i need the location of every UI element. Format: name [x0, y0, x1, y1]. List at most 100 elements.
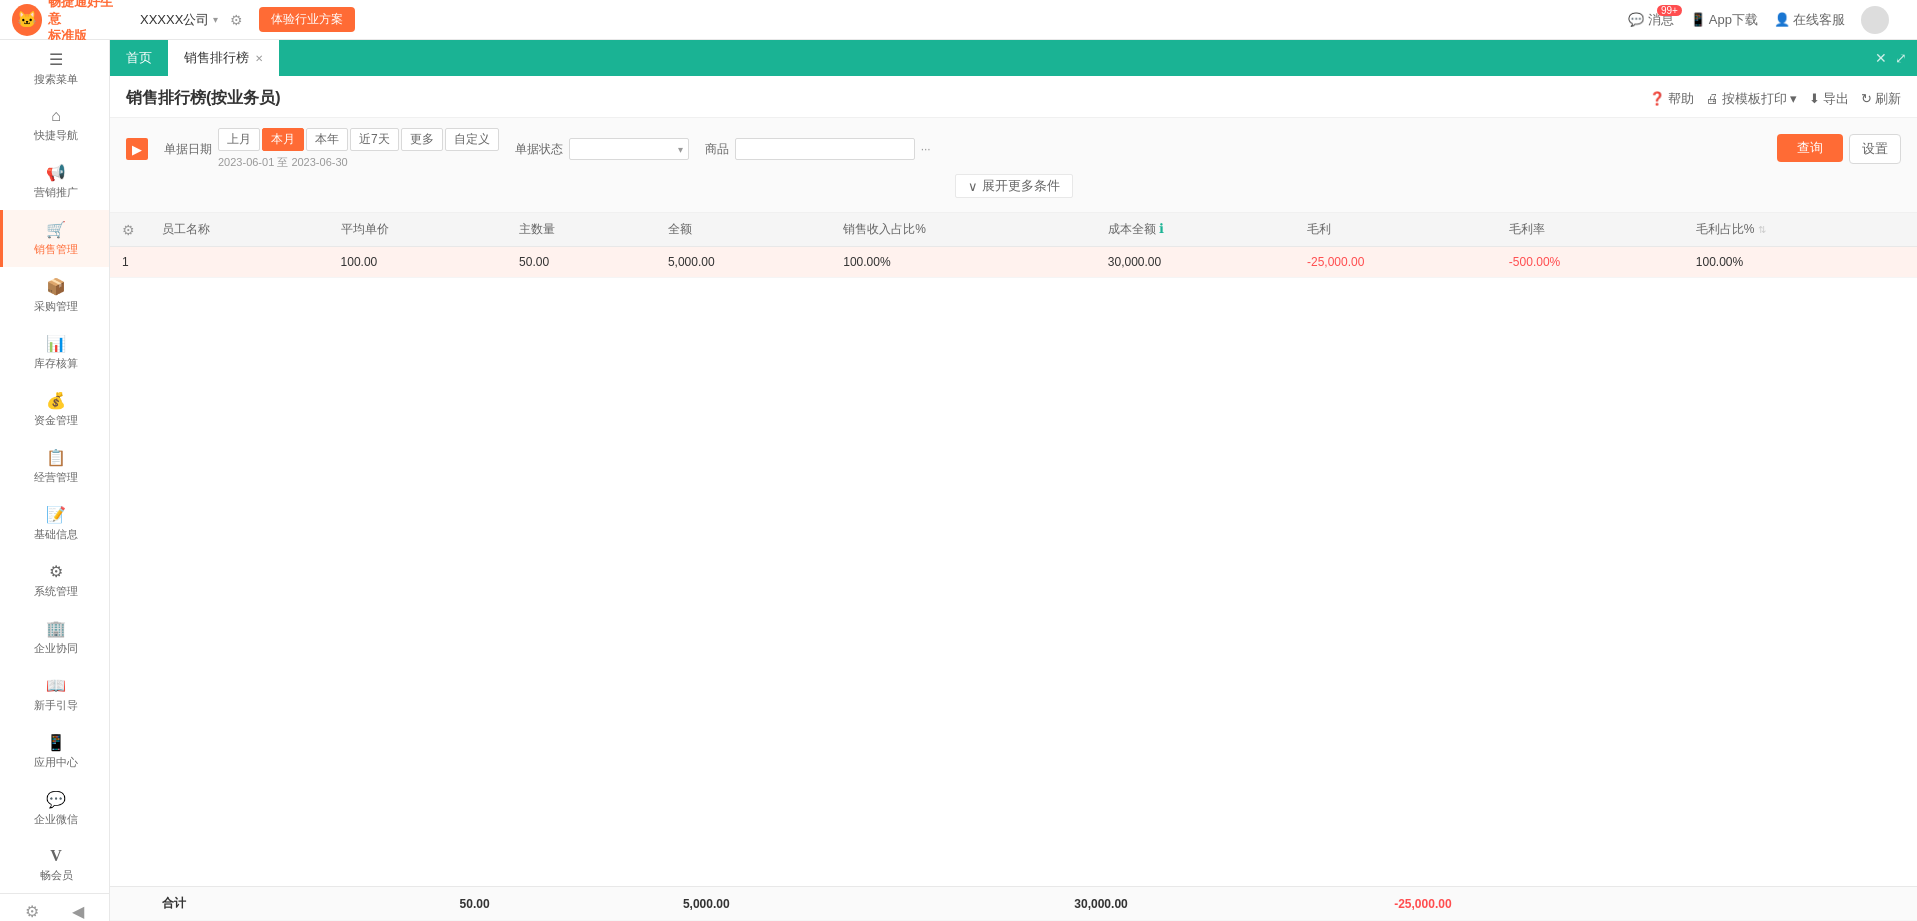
col-gross: 毛利	[1295, 213, 1497, 247]
tab-expand-icon[interactable]: ⤢	[1895, 50, 1907, 66]
page-header: 销售排行榜(按业务员) ❓ 帮助 🖨 按模板打印 ▾ ⬇ 导出	[110, 76, 1917, 118]
wechat-icon: 💬	[46, 790, 66, 809]
tab-sales-ranking[interactable]: 销售排行榜 ✕	[168, 40, 279, 76]
col-gross-rate: 毛利率	[1497, 213, 1684, 247]
help-link[interactable]: ❓ 帮助	[1649, 90, 1694, 108]
table-footer: 合计 50.00 5,000.00 30,000.00 -25,000.00	[110, 886, 1917, 921]
sidebar-item-marketing[interactable]: 📢 营销推广	[0, 153, 109, 210]
expand-icon: ∨	[968, 179, 978, 194]
goods-filter-label: 商品	[705, 141, 729, 158]
sidebar-item-inventory[interactable]: 📊 库存核算	[0, 324, 109, 381]
settings-icon[interactable]: ⚙	[230, 12, 243, 28]
enterprise-icon: 🏢	[46, 619, 66, 638]
system-icon: ⚙	[49, 562, 63, 581]
sales-ranking-table: ⚙ 员工名称 平均单价 主数量 全额 销售收入占比% 成本全额 ℹ 毛利 毛利率	[110, 213, 1917, 278]
purchase-icon: 📦	[46, 277, 66, 296]
cell-cost: 30,000.00	[1096, 247, 1295, 278]
col-gross-pct: 毛利占比% ⇅	[1684, 213, 1917, 247]
col-settings[interactable]: ⚙	[110, 213, 150, 247]
logo-text: 畅捷通好生意 标准版	[48, 0, 122, 45]
sidebar-item-system[interactable]: ⚙ 系统管理	[0, 552, 109, 609]
date-btn-this-year[interactable]: 本年	[306, 128, 348, 151]
company-selector[interactable]: XXXXX公司 ▾	[140, 11, 218, 29]
filter-toggle-btn[interactable]: ▶	[126, 138, 148, 160]
cell-gross-rate: -500.00%	[1497, 247, 1684, 278]
cost-info-icon[interactable]: ℹ	[1159, 221, 1164, 236]
industry-btn[interactable]: 体验行业方案	[259, 7, 355, 32]
sidebar-item-guide[interactable]: 📖 新手引导	[0, 666, 109, 723]
guide-icon: 📖	[46, 676, 66, 695]
date-btn-more[interactable]: 更多	[401, 128, 443, 151]
footer-gross-rate	[1719, 887, 1818, 921]
goods-input[interactable]	[735, 138, 915, 160]
logo: 🐱 畅捷通好生意 标准版	[12, 0, 122, 45]
footer-sales-pct	[963, 887, 1062, 921]
help-icon: ❓	[1649, 91, 1665, 106]
print-btn[interactable]: 🖨 按模板打印 ▾	[1706, 90, 1797, 108]
refresh-btn[interactable]: ↻ 刷新	[1861, 90, 1901, 108]
expand-more-btn[interactable]: ∨ 展开更多条件	[955, 174, 1073, 198]
filter-settings-btn[interactable]: 设置	[1849, 134, 1901, 164]
date-btn-custom[interactable]: 自定义	[445, 128, 499, 151]
sidebar-item-basic-info[interactable]: 📝 基础信息	[0, 495, 109, 552]
sidebar-item-sales[interactable]: 🛒 销售管理	[0, 210, 109, 267]
sidebar-item-finance[interactable]: 💰 资金管理	[0, 381, 109, 438]
expand-row: ∨ 展开更多条件	[126, 170, 1901, 202]
logo-icon: 🐱	[12, 4, 42, 36]
sidebar-item-wechat[interactable]: 💬 企业微信	[0, 780, 109, 837]
tab-close-icon[interactable]: ✕	[255, 53, 263, 64]
cell-name	[150, 247, 329, 278]
operations-icon: 📋	[46, 448, 66, 467]
finance-icon: 💰	[46, 391, 66, 410]
date-btn-7days[interactable]: 近7天	[350, 128, 399, 151]
app-icon: 📱	[1690, 12, 1706, 27]
footer-empty-1	[110, 887, 150, 921]
date-btn-group: 上月 本月 本年 近7天 更多 自定义	[218, 128, 499, 151]
home-tab-label: 首页	[126, 49, 152, 67]
sidebar-item-enterprise[interactable]: 🏢 企业协同	[0, 609, 109, 666]
cell-avg-price: 100.00	[329, 247, 508, 278]
col-avg-price: 平均单价	[329, 213, 508, 247]
gross-pct-sort-icon[interactable]: ⇅	[1758, 224, 1766, 235]
footer-amount: 5,000.00	[671, 887, 963, 921]
status-filter: 单据状态	[515, 138, 689, 160]
sidebar-settings-icon[interactable]: ⚙	[25, 902, 39, 921]
sidebar-item-member[interactable]: V 畅会员	[0, 837, 109, 893]
col-amount: 全额	[656, 213, 831, 247]
date-btn-last-month[interactable]: 上月	[218, 128, 260, 151]
sidebar-item-search[interactable]: ☰ 搜索菜单	[0, 40, 109, 97]
main-layout: ☰ 搜索菜单 ⌂ 快捷导航 📢 营销推广 🛒 销售管理 📦 采购管理 📊 库存核…	[0, 40, 1917, 921]
message-btn[interactable]: 💬 消息 99+	[1628, 11, 1674, 29]
sidebar-item-app-center[interactable]: 📱 应用中心	[0, 723, 109, 780]
sales-ranking-tab-label: 销售排行榜	[184, 49, 249, 67]
member-icon: V	[50, 847, 62, 865]
footer-avg-price	[348, 887, 447, 921]
cell-sales-pct: 100.00%	[831, 247, 1096, 278]
sidebar: ☰ 搜索菜单 ⌂ 快捷导航 📢 营销推广 🛒 销售管理 📦 采购管理 📊 库存核…	[0, 40, 110, 921]
table-header-row: ⚙ 员工名称 平均单价 主数量 全额 销售收入占比% 成本全额 ℹ 毛利 毛利率	[110, 213, 1917, 247]
status-select-wrapper	[569, 138, 689, 160]
column-settings-icon[interactable]: ⚙	[122, 222, 135, 238]
sidebar-item-operations[interactable]: 📋 经营管理	[0, 438, 109, 495]
export-btn[interactable]: ⬇ 导出	[1809, 90, 1849, 108]
avatar[interactable]	[1861, 6, 1889, 34]
sidebar-collapse-icon[interactable]: ◀	[72, 902, 84, 921]
goods-filter-more[interactable]: ···	[921, 142, 931, 156]
cell-amount: 5,000.00	[656, 247, 831, 278]
tab-home[interactable]: 首页	[110, 40, 168, 76]
filter-row-main: ▶ 单据日期 上月 本月 本年 近7天 更多 自定义	[126, 128, 1901, 170]
sidebar-item-purchase[interactable]: 📦 采购管理	[0, 267, 109, 324]
app-download-btn[interactable]: 📱 App下载	[1690, 11, 1758, 29]
sidebar-item-quick-nav[interactable]: ⌂ 快捷导航	[0, 97, 109, 153]
tab-close-window-icon[interactable]: ✕	[1875, 50, 1887, 66]
query-btn[interactable]: 查询	[1777, 134, 1843, 162]
footer-gross-pct	[1818, 887, 1917, 921]
cell-qty: 50.00	[507, 247, 656, 278]
footer-gross: -25,000.00	[1382, 887, 1718, 921]
date-btn-this-month[interactable]: 本月	[262, 128, 304, 151]
status-filter-label: 单据状态	[515, 141, 563, 158]
page-content: 销售排行榜(按业务员) ❓ 帮助 🖨 按模板打印 ▾ ⬇ 导出	[110, 76, 1917, 921]
footer-cost: 30,000.00	[1062, 887, 1382, 921]
status-select[interactable]	[569, 138, 689, 160]
online-service-btn[interactable]: 👤 在线客服	[1774, 11, 1845, 29]
